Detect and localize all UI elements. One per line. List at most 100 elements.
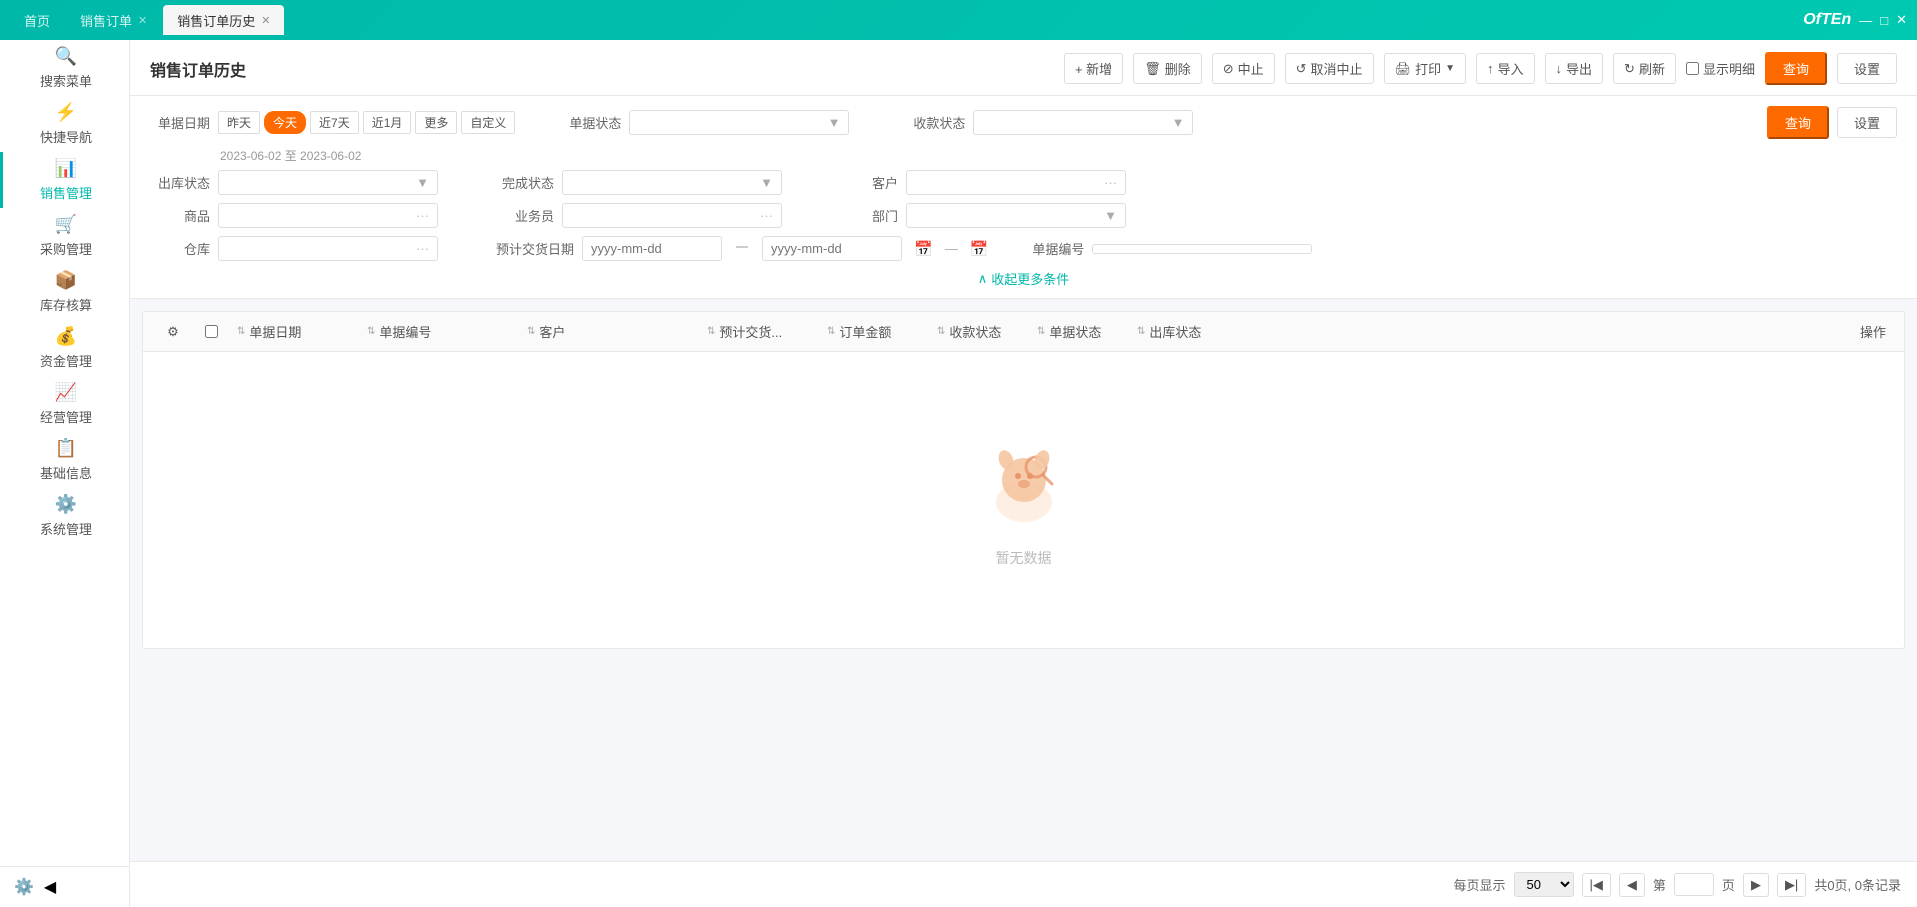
top-bar: 首页 销售订单 ✕ 销售订单历史 ✕ OfTEn — □ ✕ — [0, 0, 1917, 40]
new-button[interactable]: + 新增 — [1064, 53, 1123, 84]
th-pay-status: ⇅ 收款状态 — [929, 322, 1029, 341]
dept-select[interactable]: ▼ — [906, 203, 1126, 228]
date-range-separator — [730, 239, 754, 258]
dept-label: 部门 — [838, 206, 898, 225]
payment-status-label: 收款状态 — [905, 113, 965, 132]
select-all-checkbox[interactable] — [205, 325, 218, 338]
quick-nav-icon: ⚡ — [55, 102, 77, 123]
page-title-row: 销售订单历史 + 新增 🗑 删除 ⊘ 中止 ↺ 取消中止 — [150, 52, 1897, 95]
th-settings[interactable]: ⚙ — [153, 324, 193, 340]
refresh-button[interactable]: ↻ 刷新 — [1613, 53, 1676, 84]
tab-home[interactable]: 首页 — [10, 5, 64, 35]
sidebar-bottom: ⚙️ ◀ — [0, 866, 129, 907]
first-page-btn[interactable]: |◀ — [1582, 873, 1611, 897]
sort-date-icon[interactable]: ⇅ — [237, 326, 245, 337]
sys-mgmt-icon: ⚙️ — [55, 494, 77, 515]
settings-button[interactable]: 设置 — [1837, 53, 1897, 84]
date-7days-btn[interactable]: 近7天 — [310, 111, 359, 134]
settings-button-2[interactable]: 设置 — [1837, 107, 1897, 138]
inventory-icon: 📦 — [55, 270, 77, 291]
sidebar-item-base-info[interactable]: 📋 基础信息 — [0, 432, 129, 488]
window-close-btn[interactable]: ✕ — [1896, 12, 1907, 28]
window-max-btn[interactable]: □ — [1880, 13, 1888, 28]
delivery-date-to-input[interactable] — [762, 236, 902, 261]
sidebar-item-search-menu[interactable]: 🔍 搜索菜单 — [0, 40, 129, 96]
warehouse-dots: ··· — [416, 241, 429, 256]
complete-status-select[interactable]: ▼ — [562, 170, 782, 195]
prev-page-btn[interactable]: ◀ — [1619, 873, 1645, 897]
customer-label: 客户 — [838, 173, 898, 192]
date-1month-btn[interactable]: 近1月 — [363, 111, 412, 134]
payment-status-select[interactable]: ▼ — [973, 110, 1193, 135]
cancel-stop-button[interactable]: ↺ 取消中止 — [1285, 53, 1374, 84]
order-no-input[interactable] — [1092, 244, 1312, 254]
warehouse-label: 仓库 — [150, 239, 210, 258]
date-custom-btn[interactable]: 自定义 — [461, 111, 515, 134]
date-today-btn[interactable]: 今天 — [264, 111, 306, 134]
sort-order-icon[interactable]: ⇅ — [1037, 326, 1045, 337]
warehouse-select[interactable]: ··· — [218, 236, 438, 261]
goods-label: 商品 — [150, 206, 210, 225]
th-out-status: ⇅ 出库状态 — [1129, 322, 1229, 341]
collapse-link[interactable]: ∧ 收起更多条件 — [150, 269, 1897, 288]
import-button[interactable]: ↑ 导入 — [1476, 53, 1535, 84]
order-status-select[interactable]: ▼ — [629, 110, 849, 135]
out-status-select[interactable]: ▼ — [218, 170, 438, 195]
per-page-select[interactable]: 50 100 200 — [1514, 872, 1574, 897]
sort-delivery-icon[interactable]: ⇅ — [707, 326, 715, 337]
sidebar-item-inventory-label: 库存核算 — [40, 295, 92, 314]
tab-sales-order-label: 销售订单 — [80, 11, 132, 30]
main-layout: 🔍 搜索菜单 ⚡ 快捷导航 📊 销售管理 🛒 采购管理 📦 库存核算 💰 资金管… — [0, 40, 1917, 907]
calendar-icon-2[interactable]: 📅 — [970, 240, 989, 258]
delete-button[interactable]: 🗑 删除 — [1133, 53, 1202, 84]
goods-select[interactable]: ··· — [218, 203, 438, 228]
sidebar-item-inventory[interactable]: 📦 库存核算 — [0, 264, 129, 320]
sidebar-collapse-icon[interactable]: ◀ — [44, 877, 56, 897]
next-page-btn[interactable]: ▶ — [1743, 873, 1769, 897]
sidebar-item-sys-mgmt[interactable]: ⚙️ 系统管理 — [0, 488, 129, 544]
date-more-btn[interactable]: 更多 — [415, 111, 457, 134]
sidebar-item-purchase-mgmt[interactable]: 🛒 采购管理 — [0, 208, 129, 264]
page-label-pre: 第 — [1653, 875, 1666, 894]
sort-customer-icon[interactable]: ⇅ — [527, 326, 535, 337]
tab-sales-order-history-close[interactable]: ✕ — [261, 14, 270, 27]
stop-button[interactable]: ⊘ 中止 — [1212, 53, 1275, 84]
page-number-input[interactable]: 1 — [1674, 873, 1714, 896]
query-button[interactable]: 查询 — [1765, 52, 1827, 85]
show-details-checkbox[interactable] — [1686, 62, 1699, 75]
tab-sales-order-history[interactable]: 销售订单历史 ✕ — [163, 5, 284, 35]
sidebar-item-sales-mgmt-label: 销售管理 — [40, 183, 92, 202]
th-operation: 操作 — [1229, 322, 1894, 341]
th-date: ⇅ 单据日期 — [229, 322, 359, 341]
complete-status-label: 完成状态 — [494, 173, 554, 192]
sort-amount-icon[interactable]: ⇅ — [827, 326, 835, 337]
sidebar-item-operations[interactable]: 📈 经营管理 — [0, 376, 129, 432]
customer-select[interactable]: ··· — [906, 170, 1126, 195]
goods-dots: ··· — [416, 208, 429, 223]
last-page-btn[interactable]: ▶| — [1777, 873, 1806, 897]
show-details-checkbox-label[interactable]: 显示明细 — [1686, 59, 1755, 78]
calendar-icon-1[interactable]: 📅 — [914, 240, 933, 258]
sidebar-settings-icon[interactable]: ⚙️ — [14, 877, 34, 897]
sidebar-item-purchase-mgmt-label: 采购管理 — [40, 239, 92, 258]
sidebar-item-finance[interactable]: 💰 资金管理 — [0, 320, 129, 376]
settings-gear-icon[interactable]: ⚙ — [167, 324, 179, 340]
salesperson-select[interactable]: ··· — [562, 203, 782, 228]
sort-no-icon[interactable]: ⇅ — [367, 326, 375, 337]
sort-pay-icon[interactable]: ⇅ — [937, 326, 945, 337]
sort-out-icon[interactable]: ⇅ — [1137, 326, 1145, 337]
tab-sales-order[interactable]: 销售订单 ✕ — [66, 5, 161, 35]
date-yesterday-btn[interactable]: 昨天 — [218, 111, 260, 134]
content-area: 销售订单历史 + 新增 🗑 删除 ⊘ 中止 ↺ 取消中止 — [130, 40, 1917, 907]
sidebar-item-quick-nav[interactable]: ⚡ 快捷导航 — [0, 96, 129, 152]
search-menu-icon: 🔍 — [55, 46, 77, 67]
window-min-btn[interactable]: — — [1859, 13, 1872, 28]
delivery-date-from-input[interactable] — [582, 236, 722, 261]
tab-sales-order-close[interactable]: ✕ — [138, 14, 147, 27]
print-button[interactable]: 🖨 打印 ▼ — [1384, 53, 1466, 84]
export-button[interactable]: ↓ 导出 — [1545, 53, 1604, 84]
top-bar-right: OfTEn — □ ✕ — [1803, 11, 1907, 29]
sidebar-item-sales-mgmt[interactable]: 📊 销售管理 — [0, 152, 129, 208]
filter-row-2: 出库状态 ▼ 完成状态 ▼ 客户 ··· — [150, 170, 1897, 195]
query-button-2[interactable]: 查询 — [1767, 106, 1829, 139]
